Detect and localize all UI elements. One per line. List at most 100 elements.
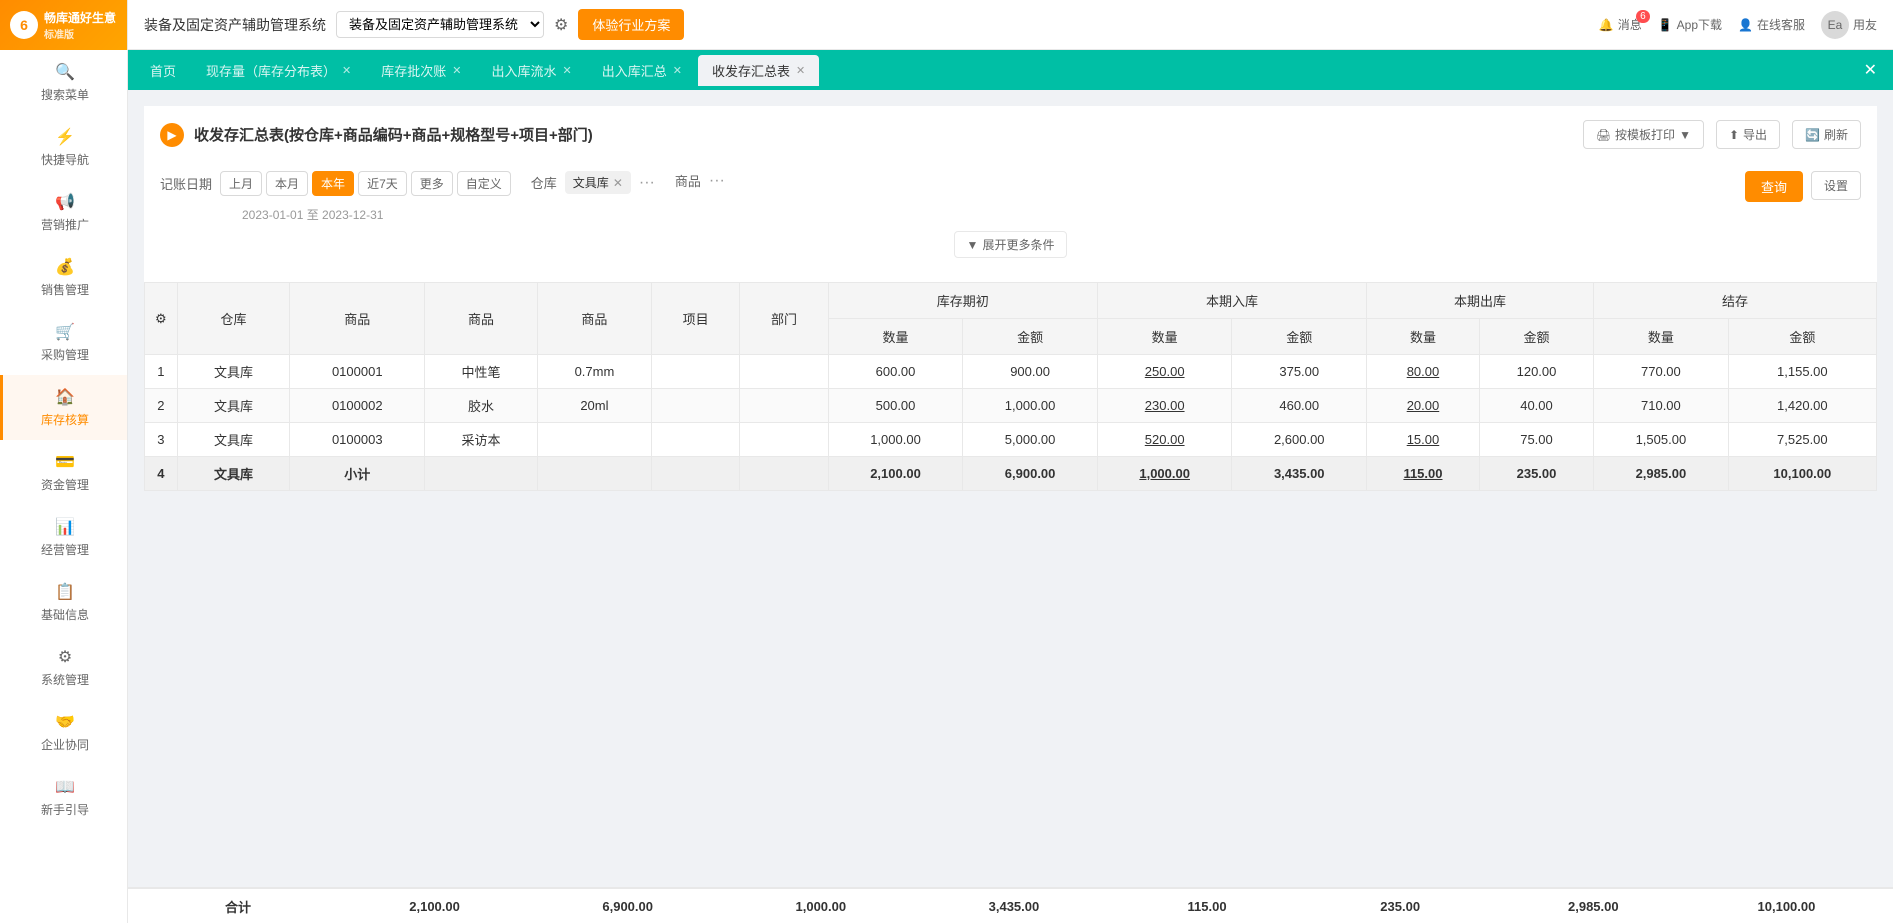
online-service-item[interactable]: 👤 在线客服 <box>1738 16 1805 33</box>
sidebar-item-quick[interactable]: ⚡ 快捷导航 <box>0 115 127 180</box>
template-print-button[interactable]: 🖨 按模板打印 ▼ <box>1583 120 1704 149</box>
col-balance-header: 结存 <box>1594 283 1877 319</box>
main-content: ▶ 收发存汇总表(按仓库+商品编码+商品+规格型号+项目+部门) 🖨 按模板打印… <box>128 90 1893 923</box>
row1-project <box>652 355 740 389</box>
column-settings-icon[interactable]: ⚙ <box>155 311 167 326</box>
total-out-qty: 115.00 <box>1111 899 1304 914</box>
date-label: 记账日期 <box>160 174 212 193</box>
row1-in-qty[interactable]: 250.00 <box>1097 355 1232 389</box>
tab-summary-out[interactable]: 出入库汇总 ✕ <box>588 55 696 86</box>
date-btn-more[interactable]: 更多 <box>411 171 453 196</box>
tab-inventory-dist[interactable]: 现存量（库存分布表） ✕ <box>192 55 365 86</box>
totals-label: 合计 <box>138 897 338 916</box>
sidebar-item-sales[interactable]: 💰 销售管理 <box>0 245 127 310</box>
row1-warehouse: 文具库 <box>177 355 290 389</box>
refresh-button[interactable]: 🔄 刷新 <box>1792 120 1861 149</box>
col-out-qty-header: 数量 <box>1367 319 1480 355</box>
export-button[interactable]: ⬆ 导出 <box>1716 120 1780 149</box>
warehouse-tag-text: 文具库 <box>573 174 609 191</box>
user-item[interactable]: Ea 用友 <box>1821 11 1877 39</box>
date-shortcuts: 上月 本月 本年 近7天 更多 自定义 <box>220 171 511 196</box>
tab-receive-send-close[interactable]: ✕ <box>796 64 805 77</box>
col-project-header: 项目 <box>652 283 740 355</box>
app-edition: 标准版 <box>44 26 116 41</box>
sidebar-label-enterprise: 企业协同 <box>41 736 89 753</box>
warehouse-label: 仓库 <box>531 173 557 192</box>
row2-bal-amt: 1,420.00 <box>1728 389 1876 423</box>
tab-flow[interactable]: 出入库流水 ✕ <box>477 55 585 86</box>
sidebar-item-inventory[interactable]: 🏠 库存核算 <box>0 375 127 440</box>
sidebar-label-search: 搜索菜单 <box>41 86 89 103</box>
date-btn-this-year[interactable]: 本年 <box>312 171 354 196</box>
tab-summary-out-close[interactable]: ✕ <box>673 64 682 77</box>
tab-home[interactable]: 首页 <box>136 55 190 86</box>
refresh-icon: 🔄 <box>1805 128 1820 142</box>
tab-inventory-dist-label: 现存量（库存分布表） <box>206 61 336 80</box>
tab-inventory-dist-close[interactable]: ✕ <box>342 64 351 77</box>
row1-code: 0100001 <box>290 355 425 389</box>
page-title-row: ▶ 收发存汇总表(按仓库+商品编码+商品+规格型号+项目+部门) 🖨 按模板打印… <box>160 120 1861 149</box>
date-filter: 记账日期 上月 本月 本年 近7天 更多 自定义 <box>160 171 511 196</box>
sidebar-logo: 6 畅库通好生意 标准版 <box>0 0 127 50</box>
sidebar-item-enterprise[interactable]: 🤝 企业协同 <box>0 700 127 765</box>
row3-project <box>652 423 740 457</box>
tab-batch-close[interactable]: ✕ <box>452 64 461 77</box>
row3-open-amt: 5,000.00 <box>963 423 1098 457</box>
col-bal-amt-header: 金额 <box>1728 319 1876 355</box>
goods-more-btn[interactable]: ··· <box>709 172 725 190</box>
row3-no: 3 <box>145 423 178 457</box>
sidebar-label-operation: 经营管理 <box>41 541 89 558</box>
date-btn-this-month[interactable]: 本月 <box>266 171 308 196</box>
column-settings-button[interactable]: 设置 <box>1811 171 1861 200</box>
date-btn-7days[interactable]: 近7天 <box>358 171 407 196</box>
sidebar-item-operation[interactable]: 📊 经营管理 <box>0 505 127 570</box>
sidebar-item-system[interactable]: ⚙ 系统管理 <box>0 635 127 700</box>
row3-out-qty[interactable]: 15.00 <box>1367 423 1480 457</box>
warehouse-more-btn[interactable]: ··· <box>639 174 655 192</box>
data-table: ⚙ 仓库 商品 商品 商品 项目 部门 库存期初 本期入库 本期出库 结存 <box>144 282 1877 491</box>
row2-out-qty[interactable]: 20.00 <box>1367 389 1480 423</box>
tab-flow-close[interactable]: ✕ <box>563 64 572 77</box>
date-btn-custom[interactable]: 自定义 <box>457 171 511 196</box>
expand-arrow[interactable]: ▶ <box>160 123 184 147</box>
notification-item[interactable]: 🔔 6 消息 <box>1599 16 1642 33</box>
row1-bal-qty: 770.00 <box>1594 355 1729 389</box>
sidebar-item-basic[interactable]: 📋 基础信息 <box>0 570 127 635</box>
col-dept-header: 部门 <box>740 283 828 355</box>
settings-gear-icon[interactable]: ⚙ <box>554 15 568 35</box>
subtotal-in-qty[interactable]: 1,000.00 <box>1097 457 1232 491</box>
system-title: 装备及固定资产辅助管理系统 <box>144 15 326 35</box>
tab-batch[interactable]: 库存批次账 ✕ <box>367 55 475 86</box>
sidebar-item-finance[interactable]: 💳 资金管理 <box>0 440 127 505</box>
sidebar-item-purchase[interactable]: 🛒 采购管理 <box>0 310 127 375</box>
subtotal-open-qty: 2,100.00 <box>828 457 963 491</box>
row3-in-amt: 2,600.00 <box>1232 423 1367 457</box>
col-spec-header: 商品 <box>537 283 651 355</box>
service-icon: 👤 <box>1738 18 1753 32</box>
topbar: 装备及固定资产辅助管理系统 装备及固定资产辅助管理系统 ⚙ 体验行业方案 🔔 6… <box>128 0 1893 50</box>
col-code-header: 商品 <box>290 283 425 355</box>
row3-in-qty[interactable]: 520.00 <box>1097 423 1232 457</box>
sidebar-label-basic: 基础信息 <box>41 606 89 623</box>
newbie-icon: 📖 <box>55 777 75 797</box>
sidebar-item-marketing[interactable]: 📢 营销推广 <box>0 180 127 245</box>
row2-in-qty[interactable]: 230.00 <box>1097 389 1232 423</box>
app-download-item[interactable]: 📱 App下载 <box>1658 16 1722 33</box>
query-button[interactable]: 查询 <box>1745 171 1803 202</box>
sidebar-item-newbie[interactable]: 📖 新手引导 <box>0 765 127 830</box>
row3-name: 采访本 <box>425 423 538 457</box>
system-selector[interactable]: 装备及固定资产辅助管理系统 <box>336 11 544 38</box>
row2-in-amt: 460.00 <box>1232 389 1367 423</box>
close-all-tabs[interactable]: ✕ <box>1856 56 1885 84</box>
tab-receive-send[interactable]: 收发存汇总表 ✕ <box>698 55 819 86</box>
sidebar-item-search[interactable]: 🔍 搜索菜单 <box>0 50 127 115</box>
notification-badge: 6 <box>1636 10 1650 23</box>
expand-more-btn[interactable]: ▼ 展开更多条件 <box>954 231 1068 258</box>
warehouse-tag: 文具库 ✕ <box>565 171 631 194</box>
row1-out-qty[interactable]: 80.00 <box>1367 355 1480 389</box>
col-settings[interactable]: ⚙ <box>145 283 178 355</box>
trial-button[interactable]: 体验行业方案 <box>578 9 684 40</box>
subtotal-out-qty[interactable]: 115.00 <box>1367 457 1480 491</box>
warehouse-tag-close[interactable]: ✕ <box>613 176 623 190</box>
date-btn-last-month[interactable]: 上月 <box>220 171 262 196</box>
